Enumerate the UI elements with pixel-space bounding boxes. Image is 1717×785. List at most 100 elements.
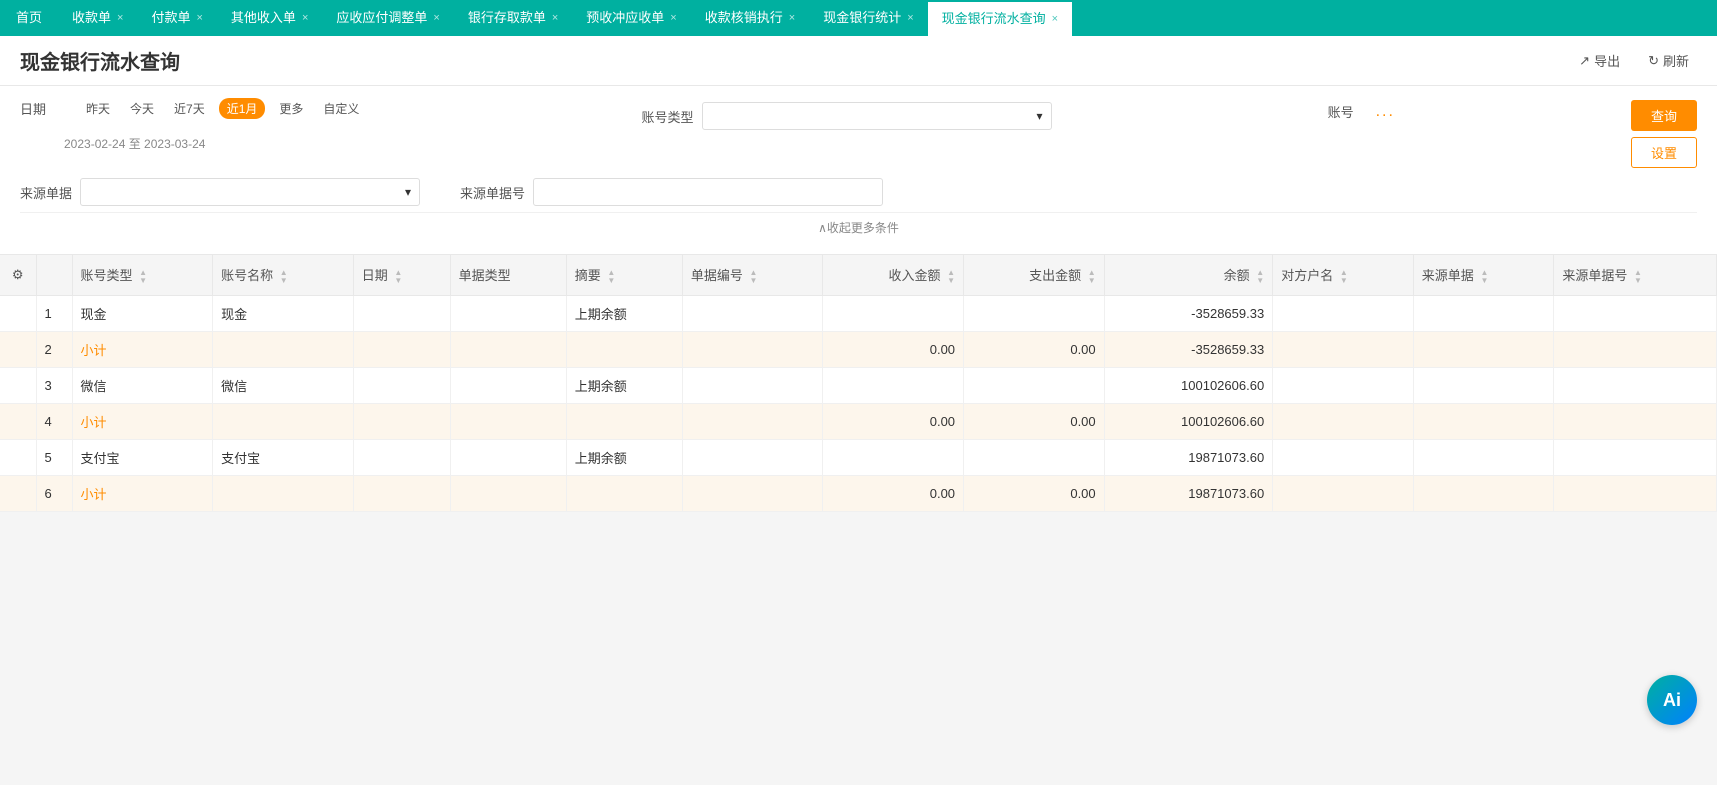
cell-idx: 3 bbox=[36, 367, 72, 403]
cell-checkbox bbox=[0, 367, 36, 403]
sort-icon: ▲▼ bbox=[394, 269, 402, 285]
nav-tab-0[interactable]: 收款单 × bbox=[58, 0, 137, 36]
col-settings[interactable]: ⚙ bbox=[0, 255, 36, 295]
sort-icon: ▲▼ bbox=[139, 269, 147, 285]
cell-idx: 2 bbox=[36, 331, 72, 367]
account-type-label: 账号类型 bbox=[642, 107, 694, 126]
source-doc-select[interactable]: ▾ bbox=[80, 178, 420, 206]
date-btn-custom[interactable]: 自定义 bbox=[317, 98, 365, 119]
close-icon[interactable]: × bbox=[117, 0, 123, 36]
account-ellipsis[interactable]: ... bbox=[1376, 103, 1395, 121]
cell-doc-no bbox=[682, 403, 823, 439]
sort-icon: ▲▼ bbox=[607, 269, 615, 285]
close-icon[interactable]: × bbox=[907, 0, 913, 36]
cell-source-doc bbox=[1413, 331, 1554, 367]
account-type-select[interactable]: ▾ bbox=[702, 102, 1052, 130]
table-row[interactable]: 2 小计 0.00 0.00 -3528659.33 bbox=[0, 331, 1717, 367]
close-icon[interactable]: × bbox=[1052, 1, 1058, 36]
close-icon[interactable]: × bbox=[552, 0, 558, 36]
col-doc-type: 单据类型 bbox=[450, 255, 566, 295]
account-type-group: 账号类型 ▾ bbox=[642, 102, 1052, 130]
refresh-button[interactable]: ↻ 刷新 bbox=[1640, 47, 1697, 74]
cell-summary bbox=[566, 475, 682, 511]
collapse-bar[interactable]: ∧ 收起更多条件 bbox=[20, 212, 1697, 242]
cell-balance: 100102606.60 bbox=[1104, 403, 1273, 439]
cell-checkbox bbox=[0, 403, 36, 439]
cell-doc-no bbox=[682, 367, 823, 403]
col-date[interactable]: 日期 ▲▼ bbox=[353, 255, 450, 295]
nav-home[interactable]: 首页 bbox=[0, 0, 58, 36]
cell-doc-type bbox=[450, 295, 566, 331]
nav-tab-4[interactable]: 银行存取款单 × bbox=[454, 0, 572, 36]
gear-icon[interactable]: ⚙ bbox=[12, 267, 24, 282]
cell-expense bbox=[964, 439, 1105, 475]
date-btn-yesterday[interactable]: 昨天 bbox=[80, 98, 116, 119]
col-doc-no[interactable]: 单据编号 ▲▼ bbox=[682, 255, 823, 295]
col-source-doc-no[interactable]: 来源单据号 ▲▼ bbox=[1554, 255, 1717, 295]
col-source-doc[interactable]: 来源单据 ▲▼ bbox=[1413, 255, 1554, 295]
table-row[interactable]: 5 支付宝 支付宝 上期余额 19871073.60 bbox=[0, 439, 1717, 475]
query-button[interactable]: 查询 bbox=[1631, 100, 1697, 131]
date-btn-1month[interactable]: 近1月 bbox=[219, 98, 266, 119]
cell-idx: 6 bbox=[36, 475, 72, 511]
table-row[interactable]: 1 现金 现金 上期余额 -3528659.33 bbox=[0, 295, 1717, 331]
cell-account-name bbox=[213, 475, 354, 511]
nav-tab-1[interactable]: 付款单 × bbox=[137, 0, 216, 36]
filter-row-2: 来源单据 ▾ 来源单据号 bbox=[20, 178, 1697, 206]
col-summary[interactable]: 摘要 ▲▼ bbox=[566, 255, 682, 295]
cell-doc-type bbox=[450, 403, 566, 439]
source-doc-no-input[interactable] bbox=[533, 178, 883, 206]
cell-account-name: 微信 bbox=[213, 367, 354, 403]
close-icon[interactable]: × bbox=[196, 0, 202, 36]
cell-counterpart bbox=[1273, 295, 1414, 331]
nav-tab-6[interactable]: 收款核销执行 × bbox=[691, 0, 809, 36]
close-icon[interactable]: × bbox=[789, 0, 795, 36]
col-balance[interactable]: 余额 ▲▼ bbox=[1104, 255, 1273, 295]
ai-badge[interactable]: Ai bbox=[1647, 675, 1697, 725]
date-btn-7days[interactable]: 近7天 bbox=[168, 98, 211, 119]
table-row[interactable]: 4 小计 0.00 0.00 100102606.60 bbox=[0, 403, 1717, 439]
col-expense[interactable]: 支出金额 ▲▼ bbox=[964, 255, 1105, 295]
table-header-row: ⚙ 账号类型 ▲▼ 账号名称 ▲▼ 日期 ▲▼ 单据类型 bbox=[0, 255, 1717, 295]
refresh-icon: ↻ bbox=[1648, 53, 1659, 69]
close-icon[interactable]: × bbox=[670, 0, 676, 36]
export-button[interactable]: ↗ 导出 bbox=[1571, 47, 1628, 74]
cell-doc-no bbox=[682, 295, 823, 331]
table-row[interactable]: 3 微信 微信 上期余额 100102606.60 bbox=[0, 367, 1717, 403]
cell-counterpart bbox=[1273, 367, 1414, 403]
nav-tab-2[interactable]: 其他收入单 × bbox=[217, 0, 322, 36]
date-btn-today[interactable]: 今天 bbox=[124, 98, 160, 119]
data-table: ⚙ 账号类型 ▲▼ 账号名称 ▲▼ 日期 ▲▼ 单据类型 bbox=[0, 255, 1717, 512]
source-doc-group: 来源单据 ▾ bbox=[20, 178, 420, 206]
nav-tab-3[interactable]: 应收应付调整单 × bbox=[322, 0, 453, 36]
cell-account-name bbox=[213, 331, 354, 367]
cell-date bbox=[353, 403, 450, 439]
cell-income bbox=[823, 439, 964, 475]
settings-button[interactable]: 设置 bbox=[1631, 137, 1697, 168]
cell-summary bbox=[566, 331, 682, 367]
cell-account-type: 微信 bbox=[72, 367, 213, 403]
col-account-name[interactable]: 账号名称 ▲▼ bbox=[213, 255, 354, 295]
col-counterpart[interactable]: 对方户名 ▲▼ bbox=[1273, 255, 1414, 295]
date-shortcuts: 昨天 今天 近7天 近1月 更多 自定义 bbox=[80, 98, 365, 119]
table-row[interactable]: 6 小计 0.00 0.00 19871073.60 bbox=[0, 475, 1717, 511]
cell-expense: 0.00 bbox=[964, 403, 1105, 439]
cell-income: 0.00 bbox=[823, 475, 964, 511]
cell-checkbox bbox=[0, 475, 36, 511]
cell-balance: 100102606.60 bbox=[1104, 367, 1273, 403]
nav-tab-7[interactable]: 现金银行统计 × bbox=[809, 0, 927, 36]
close-icon[interactable]: × bbox=[302, 0, 308, 36]
col-income[interactable]: 收入金额 ▲▼ bbox=[823, 255, 964, 295]
cell-balance: 19871073.60 bbox=[1104, 475, 1273, 511]
nav-tab-8[interactable]: 现金银行流水查询 × bbox=[928, 0, 1072, 36]
date-btn-more[interactable]: 更多 bbox=[273, 98, 309, 119]
cell-account-type: 小计 bbox=[72, 403, 213, 439]
cell-checkbox bbox=[0, 295, 36, 331]
cell-income: 0.00 bbox=[823, 331, 964, 367]
source-doc-label: 来源单据 bbox=[20, 183, 72, 202]
cell-source-doc-no bbox=[1554, 295, 1717, 331]
close-icon[interactable]: × bbox=[433, 0, 439, 36]
nav-tab-5[interactable]: 预收冲应收单 × bbox=[572, 0, 690, 36]
col-account-type[interactable]: 账号类型 ▲▼ bbox=[72, 255, 213, 295]
cell-doc-no bbox=[682, 331, 823, 367]
